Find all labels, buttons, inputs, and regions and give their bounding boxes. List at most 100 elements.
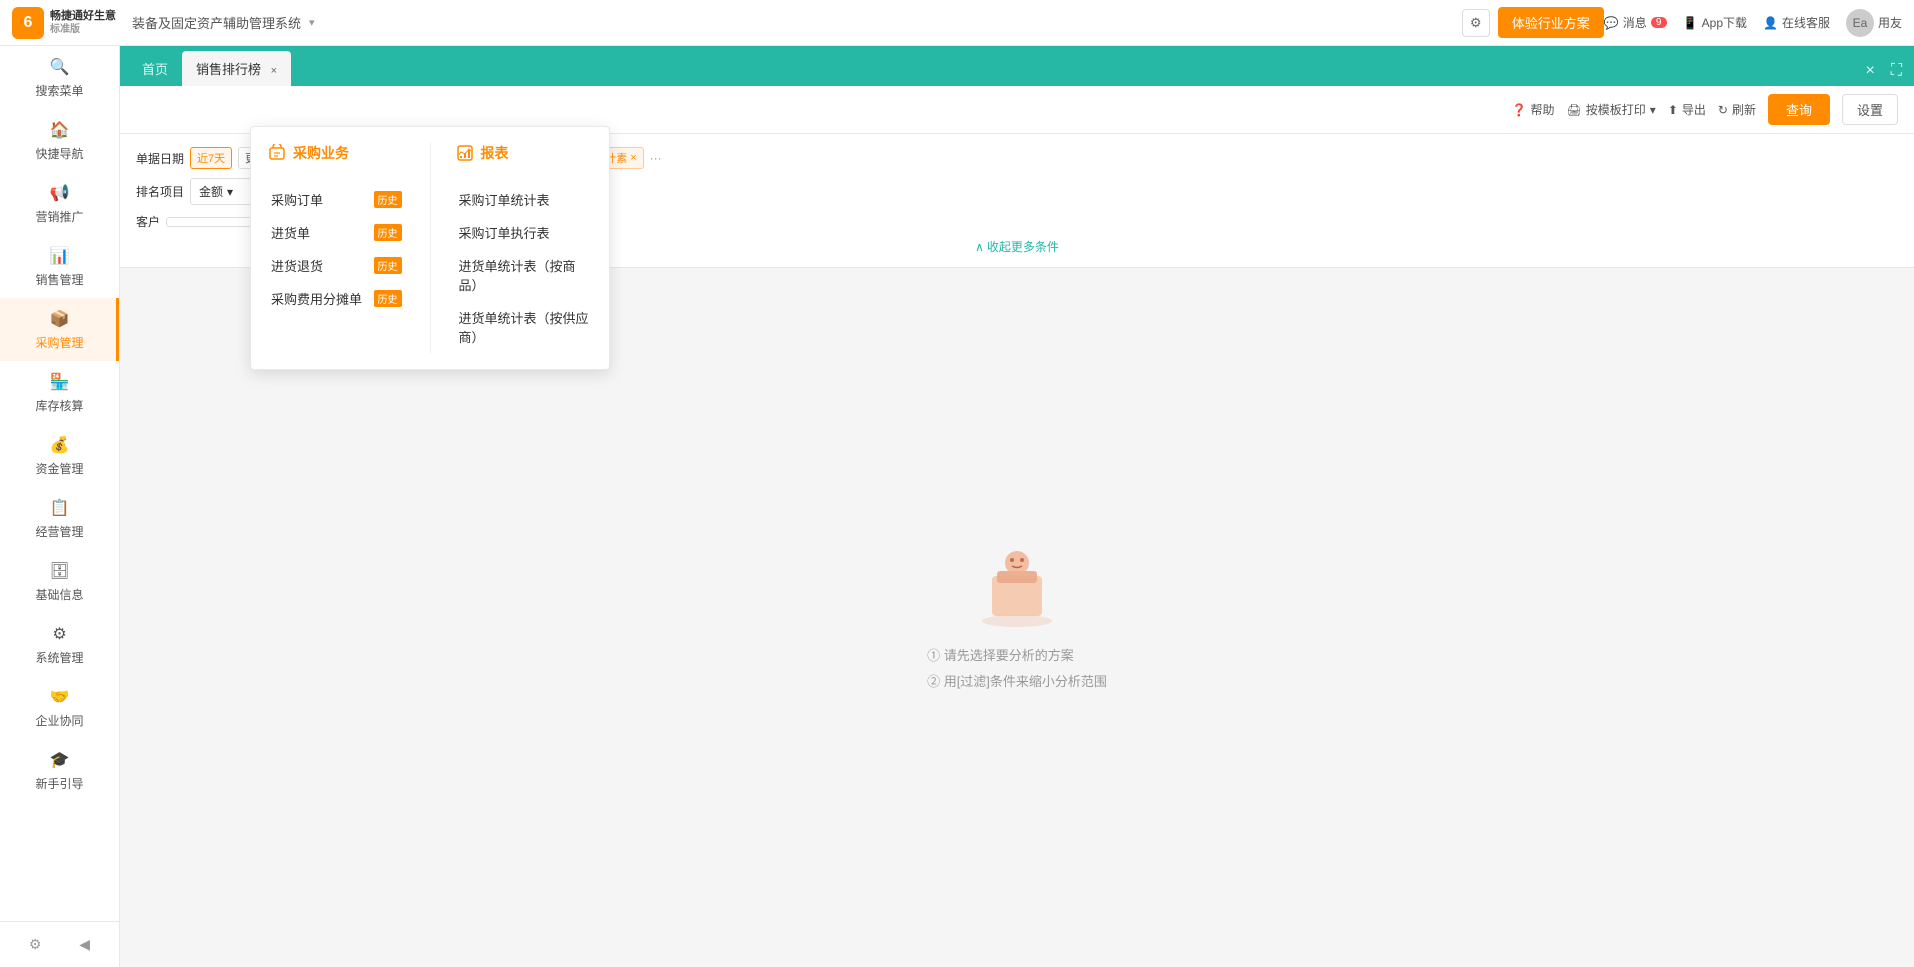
sidebar-label-inventory: 库存核算 [35, 397, 83, 414]
gear-button[interactable]: ⚙ [1462, 9, 1490, 37]
online-service-label: 在线客服 [1782, 14, 1830, 31]
tab-close-icon[interactable]: × [271, 65, 277, 77]
sales-icon: 📊 [49, 245, 71, 267]
dropdown-overlay: 采购业务 采购订单 历史 进货单 历史 进货退货 历史 [120, 86, 1914, 967]
dropdown-report-label-1: 采购订单执行表 [459, 223, 550, 242]
sidebar-item-enterprise[interactable]: 🤝 企业协同 [0, 676, 119, 739]
dropdown-item-label-2: 进货退货 [271, 256, 323, 275]
message-button[interactable]: 💬 消息 9 [1604, 14, 1667, 31]
sidebar-item-finance[interactable]: 💰 资金管理 [0, 424, 119, 487]
marketing-icon: 📢 [49, 182, 71, 204]
database-icon: 🗄 [49, 560, 71, 582]
history-tag-2[interactable]: 历史 [374, 257, 402, 274]
menu-divider [430, 143, 431, 353]
newbie-icon: 🎓 [49, 749, 71, 771]
sidebar-item-marketing[interactable]: 📢 营销推广 [0, 172, 119, 235]
sidebar-label-enterprise: 企业协同 [35, 712, 83, 729]
main-layout: 🔍 搜索菜单 🏠 快捷导航 📢 营销推广 📊 销售管理 📦 采购管理 🏪 库存核… [0, 46, 1914, 967]
tab-home-label: 首页 [142, 62, 168, 77]
system-title-text: 装备及固定资产辅助管理系统 [132, 13, 301, 32]
industry-button[interactable]: 体验行业方案 [1498, 7, 1604, 38]
sidebar-item-newbie[interactable]: 🎓 新手引导 [0, 739, 119, 802]
tab-home[interactable]: 首页 [128, 51, 182, 86]
service-icon: 👤 [1763, 16, 1778, 30]
top-header: 6 畅捷通好生意 标准版 装备及固定资产辅助管理系统 ▾ ⚙ 体验行业方案 💬 … [0, 0, 1914, 46]
sidebar-label-sales: 销售管理 [35, 271, 83, 288]
page-content: ❓ 帮助 🖨 按模板打印 ▾ ⬆ 导出 ↻ 刷新 查询 设置 [120, 86, 1914, 967]
home-icon: 🏠 [49, 119, 71, 141]
sidebar: 🔍 搜索菜单 🏠 快捷导航 📢 营销推广 📊 销售管理 📦 采购管理 🏪 库存核… [0, 46, 120, 967]
history-tag-0[interactable]: 历史 [374, 191, 402, 208]
user-button[interactable]: Ea 用友 [1846, 9, 1902, 37]
settings-bottom-button[interactable]: ⚙ [25, 932, 46, 957]
dropdown-purchase-title: 采购业务 [267, 143, 406, 171]
sidebar-item-business[interactable]: 📋 经营管理 [0, 487, 119, 550]
dropdown-item-report-1[interactable]: 采购订单执行表 [455, 216, 594, 249]
system-title: 装备及固定资产辅助管理系统 ▾ [132, 13, 1456, 32]
tab-sales-ranking[interactable]: 销售排行榜 × [182, 51, 291, 86]
dropdown-report-col: 报表 采购订单统计表 采购订单执行表 进货单统计表（按商品） 进货单统计表（按供 [455, 143, 594, 353]
report-col-icon [455, 143, 475, 163]
purchase-col-icon [267, 143, 287, 163]
dropdown-purchase-col: 采购业务 采购订单 历史 进货单 历史 进货退货 历史 [267, 143, 406, 353]
business-icon: 📋 [49, 497, 71, 519]
dropdown-item-expense[interactable]: 采购费用分摊单 历史 [267, 282, 406, 315]
tab-bar-right: × ⛶ [1861, 60, 1906, 86]
search-icon: 🔍 [49, 56, 71, 78]
dropdown-item-goods-return[interactable]: 进货退货 历史 [267, 249, 406, 282]
inventory-icon: 🏪 [49, 371, 71, 393]
dropdown-item-label-3: 采购费用分摊单 [271, 289, 362, 308]
logo-area: 6 畅捷通好生意 标准版 [12, 7, 132, 39]
tab-maximize-icon[interactable]: ⛶ [1887, 60, 1906, 82]
sidebar-item-system[interactable]: ⚙ 系统管理 [0, 613, 119, 676]
dropdown-item-report-0[interactable]: 采购订单统计表 [455, 183, 594, 216]
message-label: 消息 [1623, 14, 1647, 31]
logo-icon: 6 [12, 7, 44, 39]
history-tag-3[interactable]: 历史 [374, 290, 402, 307]
sidebar-item-sales[interactable]: 📊 销售管理 [0, 235, 119, 298]
history-tag-1[interactable]: 历史 [374, 224, 402, 241]
sidebar-label-business: 经营管理 [35, 523, 83, 540]
logo-subtitle: 标准版 [50, 23, 116, 36]
dropdown-item-goods-receipt[interactable]: 进货单 历史 [267, 216, 406, 249]
sidebar-label-marketing: 营销推广 [35, 208, 83, 225]
sidebar-label-finance: 资金管理 [35, 460, 83, 477]
content-area: 首页 销售排行榜 × × ⛶ ❓ 帮助 🖨 按模板打印 [120, 46, 1914, 967]
sidebar-label-quick-nav: 快捷导航 [35, 145, 83, 162]
sidebar-bottom: ⚙ ◀ [0, 921, 119, 967]
avatar: Ea [1846, 9, 1874, 37]
dropdown-item-label-0: 采购订单 [271, 190, 323, 209]
dropdown-report-label-3: 进货单统计表（按供应商） [459, 308, 590, 346]
dropdown-item-report-2[interactable]: 进货单统计表（按商品） [455, 249, 594, 301]
dropdown-menu: 采购业务 采购订单 历史 进货单 历史 进货退货 历史 [250, 126, 610, 370]
sidebar-label-purchase: 采购管理 [35, 334, 83, 351]
sidebar-label-search: 搜索菜单 [35, 82, 83, 99]
message-icon: 💬 [1604, 16, 1619, 30]
sidebar-item-search[interactable]: 🔍 搜索菜单 [0, 46, 119, 109]
dropdown-report-title-text: 报表 [481, 143, 509, 163]
dropdown-arrow-icon[interactable]: ▾ [309, 16, 315, 29]
sidebar-label-system: 系统管理 [35, 649, 83, 666]
dropdown-item-purchase-order[interactable]: 采购订单 历史 [267, 183, 406, 216]
dropdown-item-label-1: 进货单 [271, 223, 310, 242]
app-download-label: App下载 [1702, 14, 1747, 31]
dropdown-report-title: 报表 [455, 143, 594, 171]
sidebar-item-quick-nav[interactable]: 🏠 快捷导航 [0, 109, 119, 172]
sidebar-label-base-info: 基础信息 [35, 586, 83, 603]
dropdown-item-report-3[interactable]: 进货单统计表（按供应商） [455, 301, 594, 353]
dropdown-report-label-2: 进货单统计表（按商品） [459, 256, 590, 294]
sidebar-item-purchase[interactable]: 📦 采购管理 [0, 298, 119, 361]
logo-text: 畅捷通好生意 标准版 [50, 9, 116, 36]
dropdown-report-label-0: 采购订单统计表 [459, 190, 550, 209]
mobile-icon: 📱 [1683, 16, 1698, 30]
finance-icon: 💰 [49, 434, 71, 456]
sidebar-item-inventory[interactable]: 🏪 库存核算 [0, 361, 119, 424]
online-service-button[interactable]: 👤 在线客服 [1763, 14, 1830, 31]
dropdown-purchase-title-text: 采购业务 [293, 143, 349, 163]
tab-bar: 首页 销售排行榜 × × ⛶ [120, 46, 1914, 86]
app-download-button[interactable]: 📱 App下载 [1683, 14, 1747, 31]
sidebar-item-base-info[interactable]: 🗄 基础信息 [0, 550, 119, 613]
collapse-sidebar-button[interactable]: ◀ [75, 932, 94, 957]
tab-minimize-icon[interactable]: × [1861, 60, 1878, 82]
tab-sales-ranking-label: 销售排行榜 [196, 62, 261, 77]
